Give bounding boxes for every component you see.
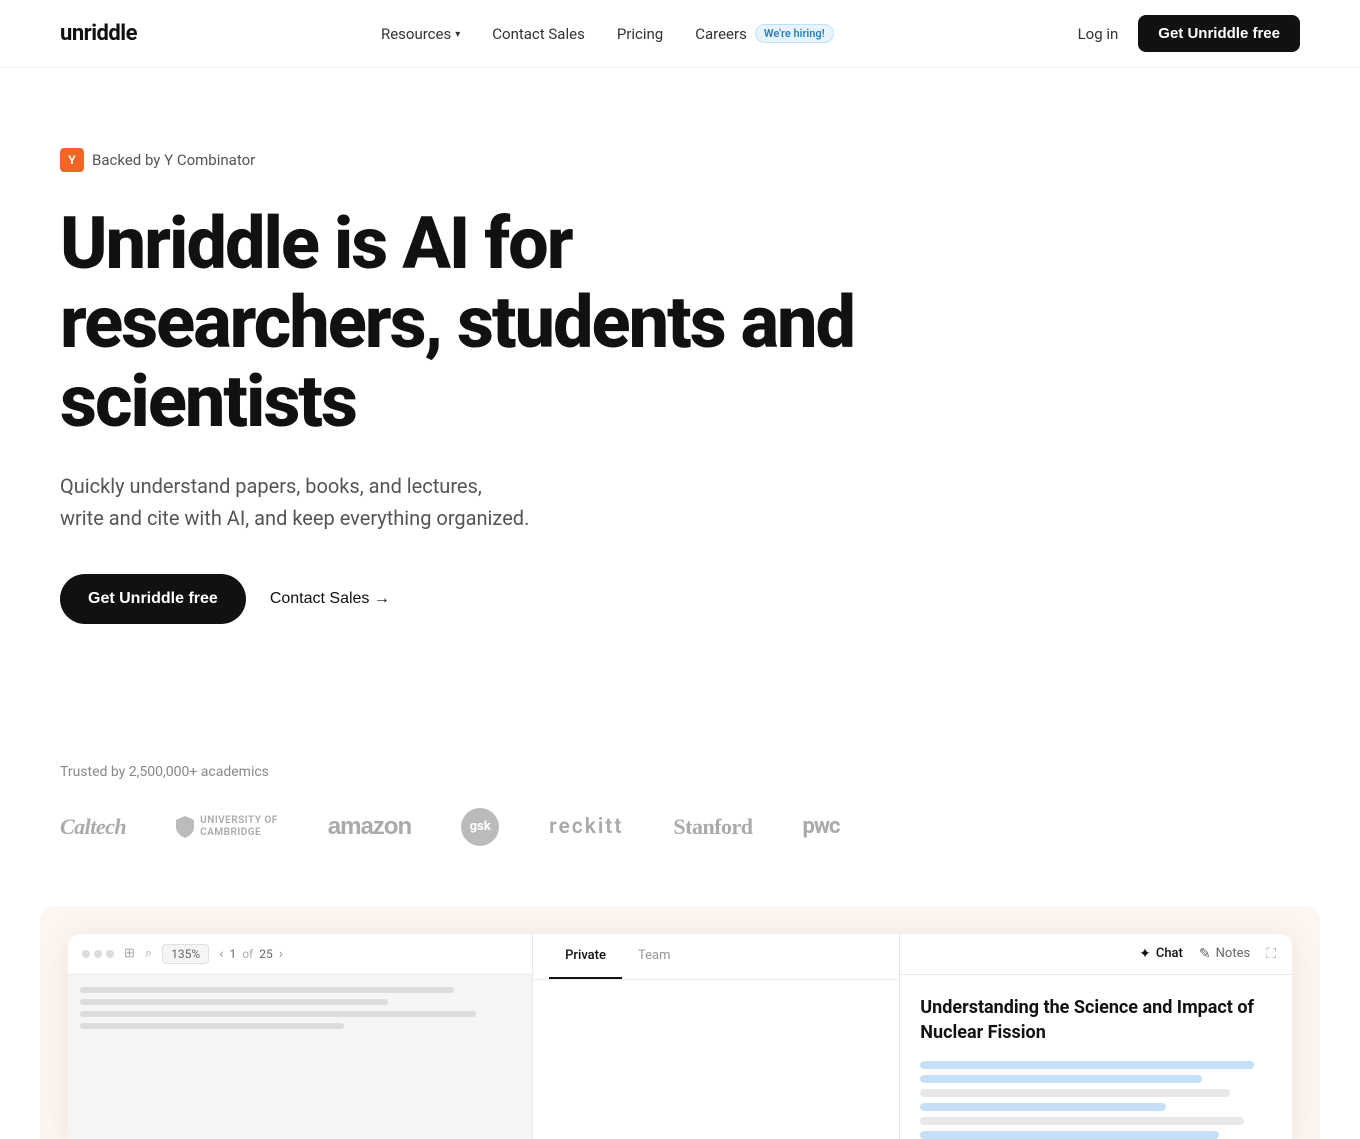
logos-row: Caltech University of Cambridge amazon g… [60, 808, 1300, 846]
yc-badge: Y Backed by Y Combinator [60, 148, 1300, 172]
hero-cta-button[interactable]: Get Unriddle free [60, 574, 246, 624]
reckitt-logo: reckitt [549, 815, 623, 839]
chat-icon: ✦ [1139, 946, 1151, 962]
pdf-content [68, 975, 532, 1047]
pdf-toolbar: ⊞ ⌕ 135% ‹ 1 of 25 › [68, 934, 532, 975]
pdf-text-line [80, 987, 454, 993]
middle-panel: Private Team [533, 934, 900, 1139]
app-window: ⊞ ⌕ 135% ‹ 1 of 25 › Private [68, 934, 1292, 1139]
next-page-icon[interactable]: › [279, 946, 283, 962]
notes-tool[interactable]: ✎ Notes [1199, 946, 1250, 962]
content-line [920, 1117, 1244, 1125]
dot-1 [82, 950, 90, 958]
right-content: Understanding the Science and Impact of … [900, 975, 1292, 1139]
toolbar-dots [82, 950, 114, 958]
nav-resources-dropdown[interactable]: Resources ▾ [381, 25, 460, 43]
stanford-logo: Stanford [673, 814, 752, 840]
trusted-label: Trusted by 2,500,000+ academics [60, 764, 1300, 780]
pdf-page-nav: ‹ 1 of 25 › [219, 946, 283, 962]
logo[interactable]: unriddle [60, 21, 137, 46]
nav-pricing[interactable]: Pricing [617, 25, 663, 43]
dot-2 [94, 950, 102, 958]
chevron-down-icon: ▾ [455, 29, 460, 40]
pwc-logo: pwc [803, 814, 840, 839]
content-line [920, 1061, 1254, 1069]
content-lines [920, 1061, 1272, 1139]
tab-team[interactable]: Team [622, 934, 687, 979]
nav-right: Log in Get Unriddle free [1078, 15, 1300, 52]
sidebar-toggle-icon[interactable]: ⊞ [124, 946, 135, 961]
content-line [920, 1089, 1229, 1097]
caltech-logo: Caltech [60, 814, 126, 840]
total-pages: 25 [259, 947, 273, 961]
chat-tool[interactable]: ✦ Chat [1139, 946, 1183, 962]
pencil-icon: ✎ [1199, 946, 1211, 962]
hero-subtitle: Quickly understand papers, books, and le… [60, 470, 1300, 534]
paper-title: Understanding the Science and Impact of … [920, 995, 1272, 1045]
pdf-panel: ⊞ ⌕ 135% ‹ 1 of 25 › [68, 934, 533, 1139]
yc-text: Backed by Y Combinator [92, 151, 255, 169]
nav-contact-sales[interactable]: Contact Sales [492, 25, 585, 43]
expand-icon[interactable]: ⛶ [1266, 946, 1276, 962]
yc-logo-icon: Y [60, 148, 84, 172]
hiring-badge: We're hiring! [755, 24, 834, 43]
nav-careers-group: Careers We're hiring! [695, 24, 833, 43]
right-toolbar: ✦ Chat ✎ Notes ⛶ [900, 934, 1292, 975]
prev-page-icon[interactable]: ‹ [219, 946, 223, 962]
dot-3 [106, 950, 114, 958]
tab-bar: Private Team [533, 934, 899, 980]
hero-title: Unriddle is AI for researchers, students… [60, 204, 960, 442]
pdf-zoom[interactable]: 135% [162, 944, 209, 964]
search-icon[interactable]: ⌕ [145, 946, 152, 961]
right-panel: ✦ Chat ✎ Notes ⛶ Understanding the Scien… [900, 934, 1292, 1139]
cambridge-logo: University of Cambridge [176, 815, 278, 839]
nav-careers[interactable]: Careers [695, 25, 747, 43]
pdf-text-line [80, 1011, 476, 1017]
navbar: unriddle Resources ▾ Contact Sales Prici… [0, 0, 1360, 68]
trusted-section: Trusted by 2,500,000+ academics Caltech … [0, 764, 1360, 906]
content-line [920, 1131, 1219, 1139]
nav-center: Resources ▾ Contact Sales Pricing Career… [381, 24, 834, 43]
amazon-logo: amazon [328, 813, 411, 841]
hero-section: Y Backed by Y Combinator Unriddle is AI … [0, 68, 1360, 764]
pdf-text-line [80, 999, 388, 1005]
hero-contact-sales-button[interactable]: Contact Sales → [270, 590, 390, 608]
content-line [920, 1103, 1166, 1111]
pdf-text-line [80, 1023, 344, 1029]
current-page: 1 [229, 947, 236, 961]
login-link[interactable]: Log in [1078, 25, 1119, 43]
app-preview: ⊞ ⌕ 135% ‹ 1 of 25 › Private [40, 906, 1320, 1139]
content-line [920, 1075, 1201, 1083]
tab-private[interactable]: Private [549, 934, 622, 979]
hero-buttons: Get Unriddle free Contact Sales → [60, 574, 1300, 624]
gsk-logo: gsk [461, 808, 499, 846]
nav-cta-button[interactable]: Get Unriddle free [1138, 15, 1300, 52]
